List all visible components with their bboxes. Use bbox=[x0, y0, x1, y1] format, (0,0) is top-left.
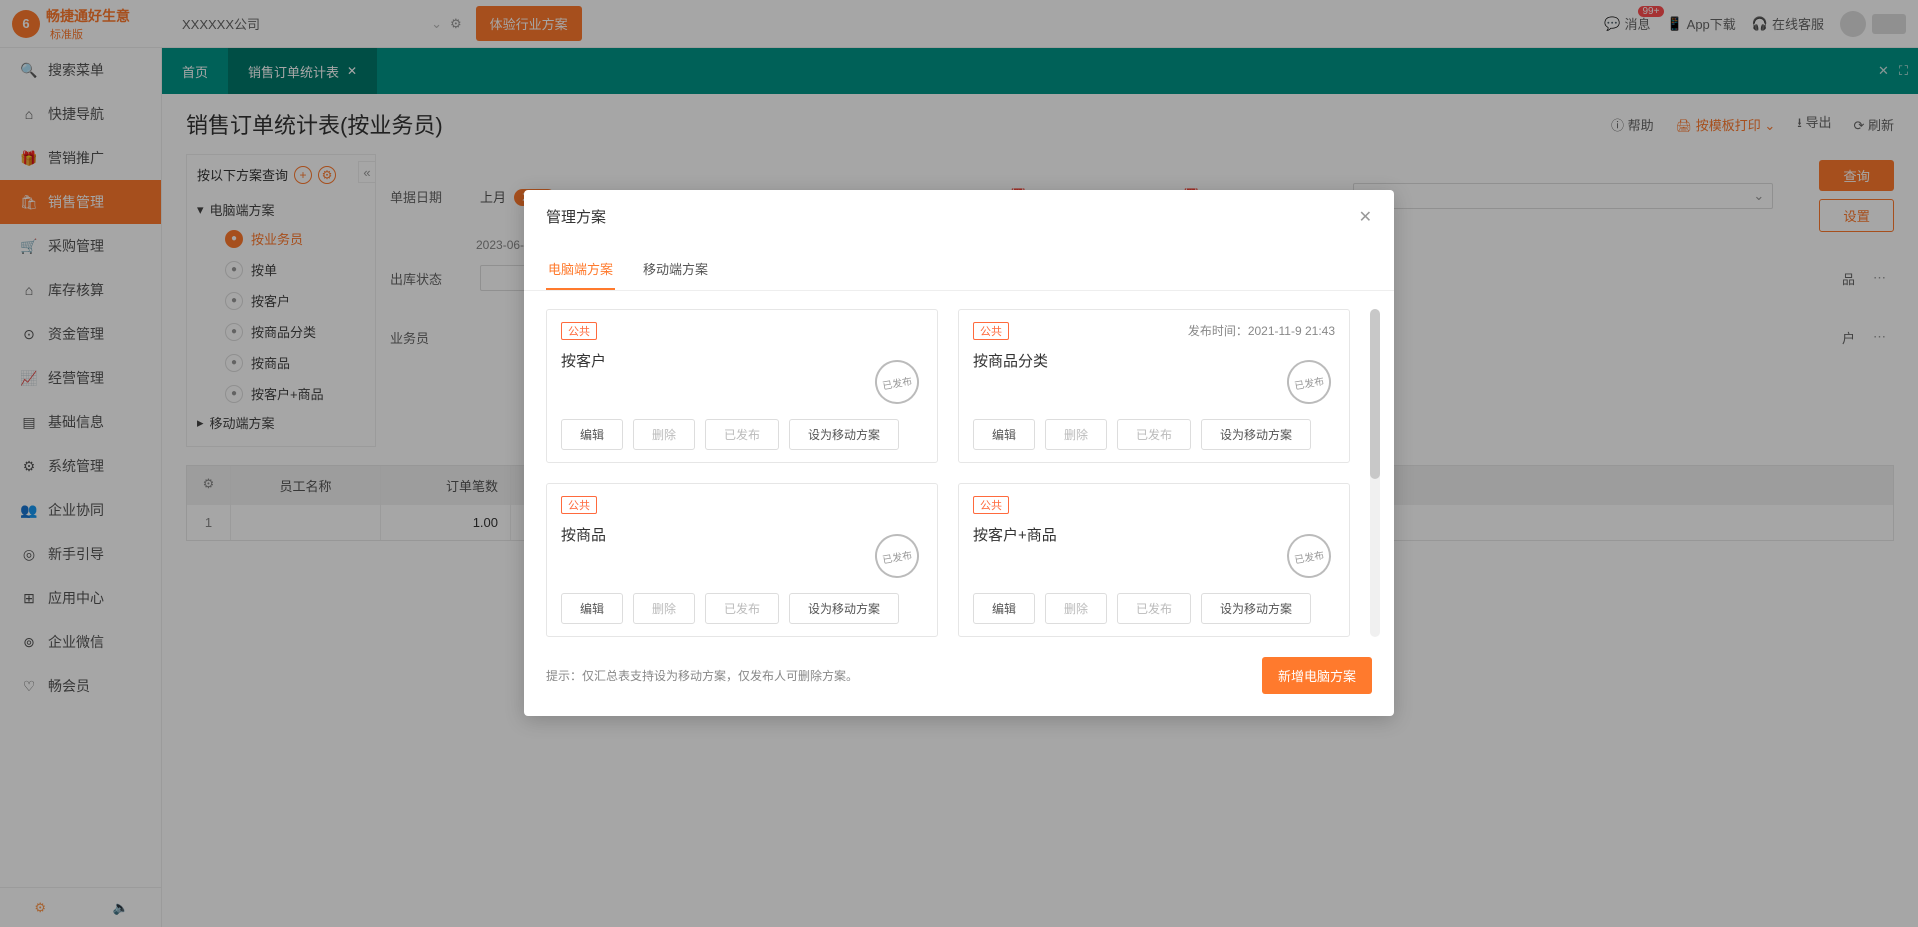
close-icon[interactable]: ✕ bbox=[1359, 207, 1372, 227]
set-mobile-button[interactable]: 设为移动方案 bbox=[1201, 419, 1311, 450]
card-title: 按商品 bbox=[561, 524, 923, 545]
card-title: 按商品分类 bbox=[973, 350, 1335, 371]
scheme-card: 公共 按商品 已发布 编辑 删除 已发布 设为移动方案 bbox=[546, 483, 938, 637]
modal-hint: 提示：仅汇总表支持设为移动方案，仅发布人可删除方案。 bbox=[546, 667, 858, 684]
edit-button[interactable]: 编辑 bbox=[561, 593, 623, 624]
delete-button: 删除 bbox=[1045, 593, 1107, 624]
edit-button[interactable]: 编辑 bbox=[973, 419, 1035, 450]
set-mobile-button[interactable]: 设为移动方案 bbox=[789, 419, 899, 450]
scheme-card: 公共 按客户+商品 已发布 编辑 删除 已发布 设为移动方案 bbox=[958, 483, 1350, 637]
set-mobile-button[interactable]: 设为移动方案 bbox=[789, 593, 899, 624]
scrollbar-thumb[interactable] bbox=[1370, 309, 1380, 479]
published-button: 已发布 bbox=[1117, 419, 1191, 450]
modal-overlay[interactable]: 管理方案 ✕ 电脑端方案 移动端方案 公共 按客户 已发布 编辑 删除 已发布 … bbox=[0, 0, 1918, 927]
modal-scrollbar[interactable] bbox=[1370, 309, 1380, 637]
modal-title: 管理方案 bbox=[546, 206, 606, 227]
modal-tab-mobile[interactable]: 移动端方案 bbox=[641, 249, 710, 290]
card-title: 按客户+商品 bbox=[973, 524, 1335, 545]
published-button: 已发布 bbox=[1117, 593, 1191, 624]
public-tag: 公共 bbox=[973, 496, 1009, 514]
card-meta: 发布时间：2021-11-9 21:43 bbox=[1188, 322, 1335, 339]
published-button: 已发布 bbox=[705, 419, 779, 450]
scheme-card: 公共 按客户 已发布 编辑 删除 已发布 设为移动方案 bbox=[546, 309, 938, 463]
modal-tab-desktop[interactable]: 电脑端方案 bbox=[546, 249, 615, 290]
set-mobile-button[interactable]: 设为移动方案 bbox=[1201, 593, 1311, 624]
published-button: 已发布 bbox=[705, 593, 779, 624]
edit-button[interactable]: 编辑 bbox=[561, 419, 623, 450]
add-desktop-scheme-button[interactable]: 新增电脑方案 bbox=[1262, 657, 1372, 694]
public-tag: 公共 bbox=[561, 496, 597, 514]
delete-button: 删除 bbox=[1045, 419, 1107, 450]
public-tag: 公共 bbox=[561, 322, 597, 340]
modal-tabs: 电脑端方案 移动端方案 bbox=[524, 249, 1394, 291]
delete-button: 删除 bbox=[633, 419, 695, 450]
edit-button[interactable]: 编辑 bbox=[973, 593, 1035, 624]
public-tag: 公共 bbox=[973, 322, 1009, 340]
scheme-card: 公共 发布时间：2021-11-9 21:43 按商品分类 已发布 编辑 删除 … bbox=[958, 309, 1350, 463]
delete-button: 删除 bbox=[633, 593, 695, 624]
card-title: 按客户 bbox=[561, 350, 923, 371]
manage-scheme-modal: 管理方案 ✕ 电脑端方案 移动端方案 公共 按客户 已发布 编辑 删除 已发布 … bbox=[524, 190, 1394, 716]
